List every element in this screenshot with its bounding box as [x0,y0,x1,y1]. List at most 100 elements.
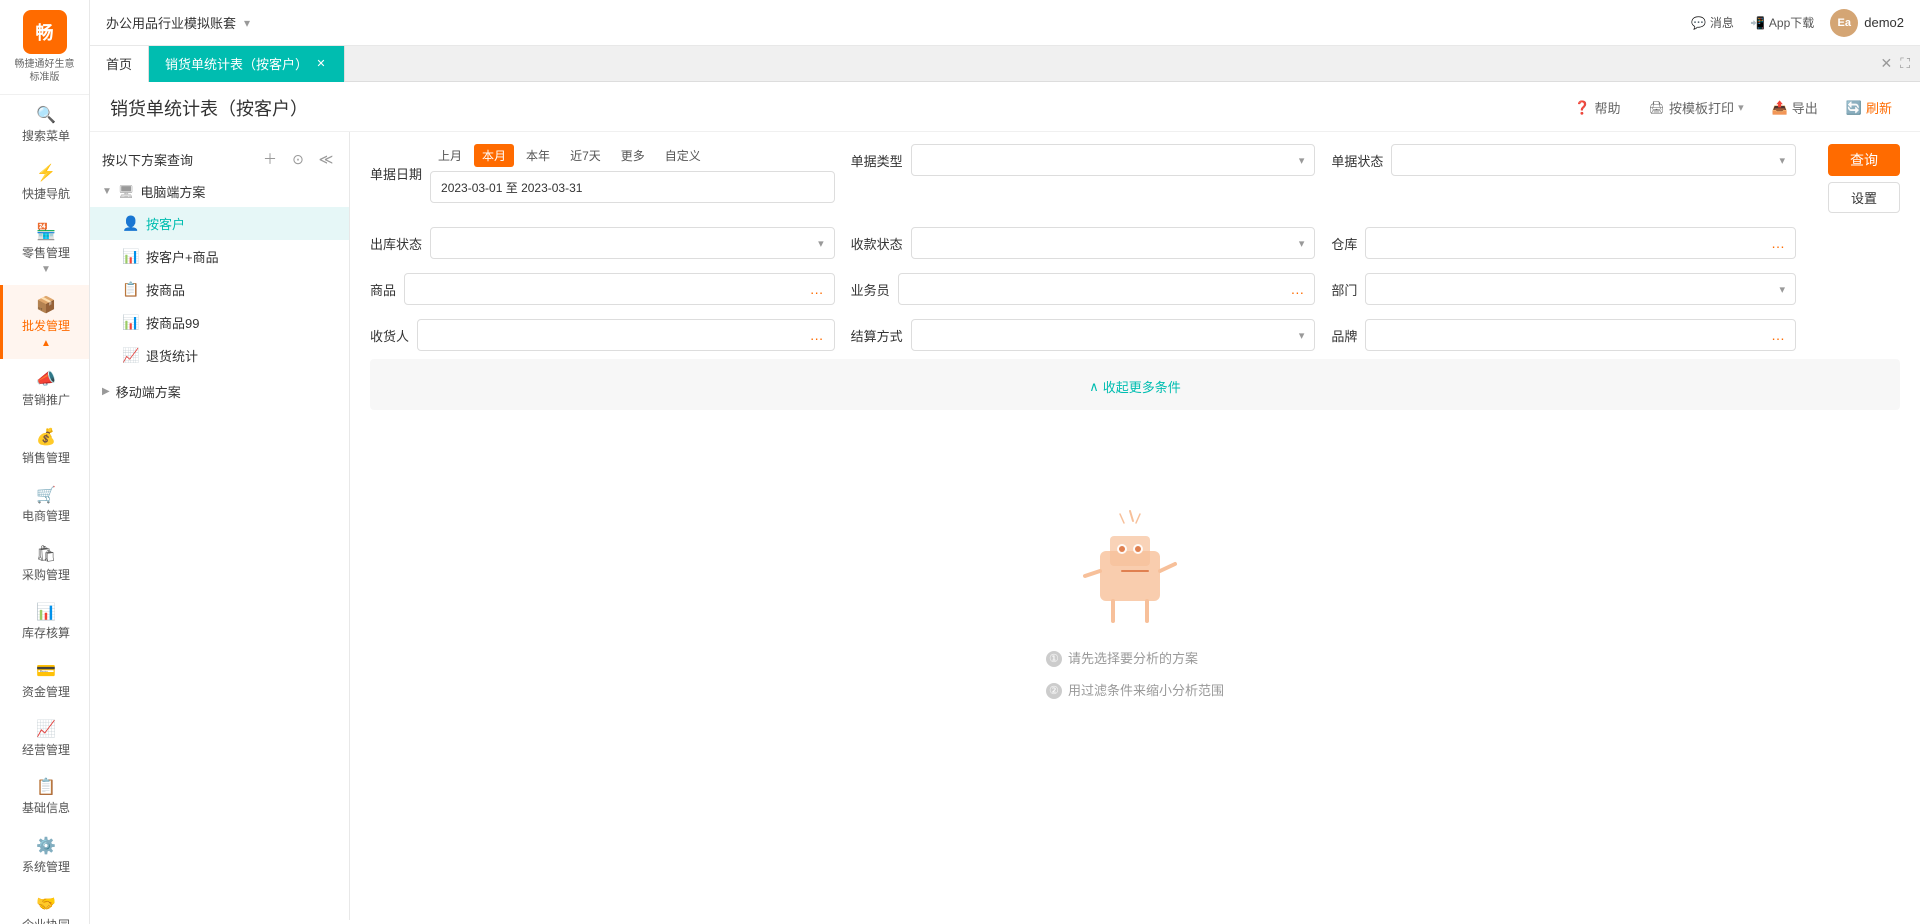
brand-dots: … [1771,327,1785,343]
refresh-button[interactable]: 🔄 刷新 [1838,94,1900,121]
scheme-item-by-goods[interactable]: 📋 按商品 [90,273,349,306]
receipt-status-label: 收款状态 [851,234,903,253]
goods-icon: 📋 [122,281,140,298]
purchase-icon: 🛍 [36,544,56,564]
out-status-select[interactable]: ▾ [430,227,835,259]
print-button[interactable]: 🖨 按模板打印 ▾ [1641,94,1752,121]
sidebar-item-quick-nav[interactable]: ⚡ 快捷导航 [0,153,89,211]
scheme-panel-title: 按以下方案查询 [102,150,193,169]
warehouse-select[interactable]: … [1365,227,1796,259]
scheme-add-button[interactable]: ＋ [259,148,281,170]
account-dropdown-icon[interactable]: ▾ [244,16,250,30]
department-select[interactable]: ▾ [1365,273,1796,305]
department-label: 部门 [1331,280,1357,299]
date-label: 单据日期 [370,164,422,183]
scheme-item-by-customer[interactable]: 👤 按客户 [90,207,349,240]
scheme-settings-icon[interactable]: ⊙ [287,148,309,170]
mobile-group-arrow: ▶ [102,386,110,397]
tab-home[interactable]: 首页 [90,46,149,82]
receiver-select[interactable]: … [417,319,835,351]
sidebar-item-corp[interactable]: 🤝 企业协同 [0,884,89,924]
brand-filter-item: 品牌 … [1331,319,1796,351]
sidebar-item-ops[interactable]: 📈 经营管理 [0,709,89,767]
scheme-item-by-goods99[interactable]: 📊 按商品99 [90,306,349,339]
goods-label: 商品 [370,280,396,299]
order-type-select[interactable]: ▾ [911,144,1316,176]
scheme-group-mobile-header[interactable]: ▶ 移动端方案 [90,376,349,407]
sidebar-item-purchase[interactable]: 🛍 采购管理 [0,534,89,592]
system-icon: ⚙️ [36,836,56,856]
order-status-caret: ▾ [1779,154,1785,167]
return-stat-icon: 📈 [122,347,140,364]
salesperson-select[interactable]: … [898,273,1316,305]
date-pill-last-month[interactable]: 上月 [430,144,470,167]
mobile-group-name: 移动端方案 [116,382,181,401]
brand-label: 品牌 [1331,326,1357,345]
sidebar-item-finance[interactable]: 💳 资金管理 [0,651,89,709]
page-actions: ❓ 帮助 🖨 按模板打印 ▾ 📤 导出 🔄 刷新 [1566,94,1900,121]
settings-button[interactable]: 设置 [1828,182,1900,213]
user-area[interactable]: Ea demo2 [1830,9,1904,37]
date-range-display[interactable]: 2023-03-01 至 2023-03-31 [430,171,835,203]
query-button[interactable]: 查询 [1828,144,1900,176]
message-button[interactable]: 💬 消息 [1691,14,1734,31]
right-panel: 单据日期 上月 本月 本年 近7天 更多 自定义 20 [350,132,1920,920]
export-icon: 📤 [1772,100,1788,116]
date-pill-this-month[interactable]: 本月 [474,144,514,167]
out-status-label: 出库状态 [370,234,422,253]
settlement-caret: ▾ [1299,329,1305,342]
print-dropdown-icon[interactable]: ▾ [1738,101,1744,114]
sidebar-item-sales[interactable]: 💰 销售管理 [0,417,89,475]
scheme-group-desktop-header[interactable]: ▼ 🖥 电脑端方案 [90,176,349,207]
sidebar-item-basic[interactable]: 📋 基础信息 [0,767,89,825]
help-button[interactable]: ❓ 帮助 [1566,94,1628,121]
warehouse-label: 仓库 [1331,234,1357,253]
order-status-label: 单据状态 [1331,151,1383,170]
help-icon: ❓ [1574,100,1590,116]
empty-illustration [1075,506,1195,626]
date-pill-custom[interactable]: 自定义 [657,144,709,167]
desktop-group-name: 电脑端方案 [140,182,205,201]
salesperson-label: 业务员 [851,280,890,299]
sidebar-item-system[interactable]: ⚙️ 系统管理 [0,826,89,884]
sidebar-item-inventory[interactable]: 📊 库存核算 [0,592,89,650]
scheme-group-desktop: ▼ 🖥 电脑端方案 👤 按客户 📊 按客户+商品 📋 按商品 [90,176,349,372]
query-buttons: 查询 设置 [1828,144,1900,213]
app-download-button[interactable]: 📲 App下载 [1750,14,1814,31]
order-type-label: 单据类型 [851,151,903,170]
receiver-filter-item: 收货人 … [370,319,835,351]
goods-select[interactable]: … [404,273,835,305]
receiver-label: 收货人 [370,326,409,345]
sidebar-item-ecommerce[interactable]: 🛒 电商管理 [0,475,89,533]
order-status-select[interactable]: ▾ [1391,144,1796,176]
scheme-item-customer-goods[interactable]: 📊 按客户+商品 [90,240,349,273]
scheme-item-return-stat[interactable]: 📈 退货统计 [90,339,349,372]
date-pill-more[interactable]: 更多 [613,144,653,167]
sidebar-item-search[interactable]: 🔍 搜索菜单 [0,95,89,153]
sidebar-item-wholesale[interactable]: 📦 批发管理 ▲ [0,285,89,358]
tab-expand-icon[interactable]: ⛶ [1900,55,1910,72]
export-button[interactable]: 📤 导出 [1764,94,1826,121]
customer-goods-icon: 📊 [122,248,140,265]
collapse-icon: ∧ [1089,379,1099,395]
collapse-button[interactable]: ∧ 收起更多条件 [370,369,1900,404]
sidebar-item-retail[interactable]: 🏪 零售管理 ▼ [0,212,89,285]
scheme-collapse-icon[interactable]: ≪ [315,148,337,170]
salesperson-filter-item: 业务员 … [851,273,1316,305]
order-status-filter-item: 单据状态 ▾ [1331,144,1796,176]
tab-sales-stat[interactable]: 销货单统计表（按客户） ✕ [149,46,345,82]
empty-text: ① 请先选择要分析的方案 ② 用过滤条件来缩小分析范围 [1046,646,1224,704]
tab-close-window-icon[interactable]: ✕ [1880,55,1892,72]
settlement-label: 结算方式 [851,326,903,345]
order-type-caret: ▾ [1299,154,1305,167]
date-pill-7days[interactable]: 近7天 [562,144,609,167]
settlement-select[interactable]: ▾ [911,319,1316,351]
marketing-icon: 📣 [36,369,56,389]
sidebar-item-marketing[interactable]: 📣 营销推广 [0,359,89,417]
tabs-bar: 首页 销货单统计表（按客户） ✕ ✕ ⛶ [90,46,1920,82]
date-control: 上月 本月 本年 近7天 更多 自定义 2023-03-01 至 2023-03… [430,144,835,203]
receipt-status-select[interactable]: ▾ [911,227,1316,259]
date-pill-this-year[interactable]: 本年 [518,144,558,167]
tab-close-icon[interactable]: ✕ [314,57,328,71]
brand-select[interactable]: … [1365,319,1796,351]
